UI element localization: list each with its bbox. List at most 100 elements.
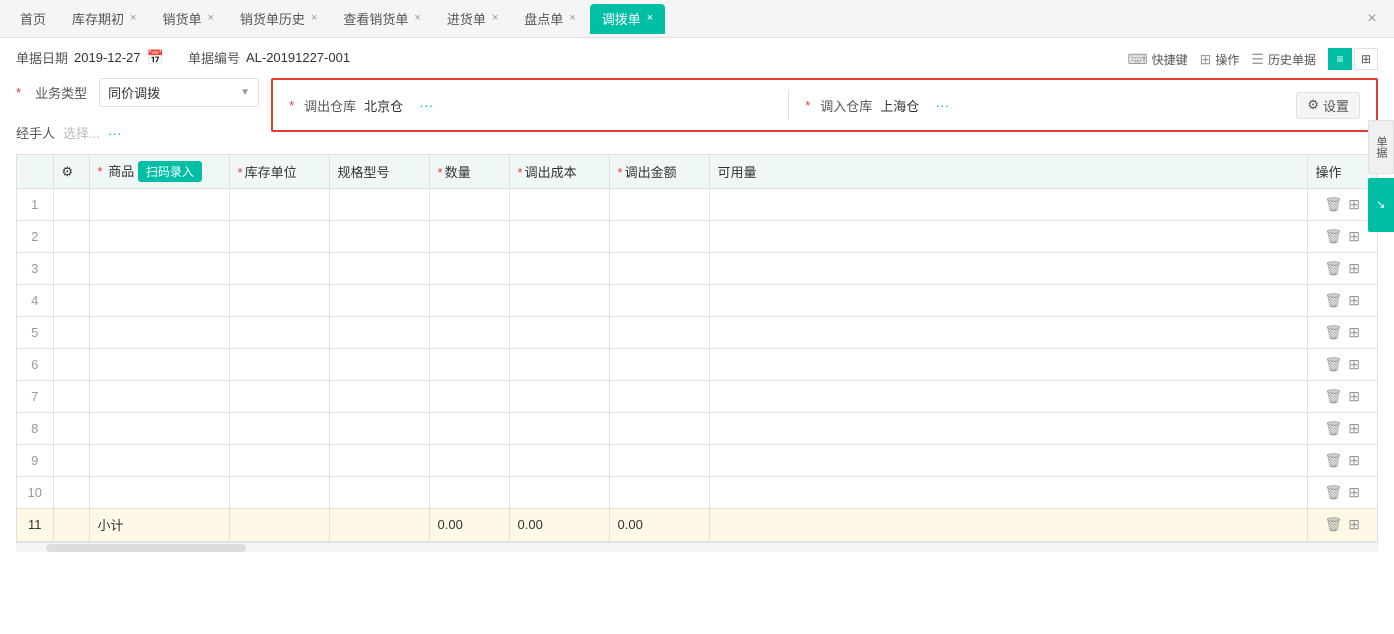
row-cost[interactable] [509, 253, 609, 285]
tab-inventory-close[interactable]: × [569, 13, 575, 24]
warehouse-out-more-btn[interactable]: ··· [419, 97, 433, 113]
row-spec[interactable] [329, 221, 429, 253]
row-amount[interactable] [609, 445, 709, 477]
row-unit[interactable] [229, 413, 329, 445]
row-cost[interactable] [509, 285, 609, 317]
th-settings[interactable]: ⚙ [53, 155, 89, 189]
tab-view-sales-close[interactable]: × [414, 13, 420, 24]
delete-icon[interactable]: 🗑 [1324, 420, 1342, 437]
row-spec[interactable] [329, 445, 429, 477]
delete-icon[interactable]: 🗑 [1324, 196, 1342, 213]
row-amount[interactable] [609, 285, 709, 317]
row-cost[interactable] [509, 221, 609, 253]
row-product[interactable] [89, 317, 229, 349]
window-close-button[interactable]: × [1358, 5, 1386, 33]
row-amount[interactable] [609, 221, 709, 253]
tab-transfer-close[interactable]: × [647, 13, 653, 24]
delete-icon[interactable]: 🗑 [1324, 260, 1342, 277]
row-unit[interactable] [229, 349, 329, 381]
row-qty[interactable] [429, 253, 509, 285]
warehouse-in-value[interactable]: 上海仓 [880, 96, 919, 115]
settings-button[interactable]: ⚙ 设置 [1296, 92, 1360, 119]
row-spec[interactable] [329, 381, 429, 413]
copy-icon[interactable]: ⊞ [1348, 452, 1360, 469]
tab-inventory-init[interactable]: 库存期初 × [60, 4, 148, 34]
row-amount[interactable] [609, 477, 709, 509]
copy-icon[interactable]: ⊞ [1348, 260, 1360, 277]
row-product[interactable] [89, 285, 229, 317]
row-cost[interactable] [509, 381, 609, 413]
row-unit[interactable] [229, 221, 329, 253]
tab-purchase-close[interactable]: × [492, 13, 498, 24]
handler-more-icon[interactable]: ··· [108, 125, 122, 141]
row-cost[interactable] [509, 413, 609, 445]
row-amount[interactable] [609, 253, 709, 285]
delete-icon[interactable]: 🗑 [1324, 388, 1342, 405]
row-qty[interactable] [429, 221, 509, 253]
row-amount[interactable] [609, 413, 709, 445]
row-qty[interactable] [429, 189, 509, 221]
row-amount[interactable] [609, 349, 709, 381]
delete-icon[interactable]: 🗑 [1324, 356, 1342, 373]
side-doc-btn[interactable]: 单据 [1368, 120, 1394, 174]
shortcut-btn[interactable]: ⌨ 快捷键 [1127, 51, 1187, 68]
delete-icon[interactable]: 🗑 [1324, 516, 1342, 533]
row-cost[interactable] [509, 445, 609, 477]
date-value[interactable]: 2019-12-27 [74, 50, 141, 65]
row-cost[interactable] [509, 189, 609, 221]
delete-icon[interactable]: 🗑 [1324, 292, 1342, 309]
scrollbar-thumb[interactable] [46, 544, 246, 552]
row-spec[interactable] [329, 413, 429, 445]
tab-home[interactable]: 首页 [8, 4, 58, 34]
copy-icon[interactable]: ⊞ [1348, 388, 1360, 405]
tab-inventory[interactable]: 盘点单 × [512, 4, 587, 34]
tab-transfer[interactable]: 调拨单 × [590, 4, 665, 34]
warehouse-out-value[interactable]: 北京仓 [364, 96, 403, 115]
copy-icon[interactable]: ⊞ [1348, 356, 1360, 373]
side-export-btn[interactable]: ↗ [1368, 178, 1394, 232]
view-grid-btn[interactable]: ⊞ [1354, 48, 1378, 70]
copy-icon[interactable]: ⊞ [1348, 292, 1360, 309]
biz-type-select[interactable]: 同价调拨 ▼ [99, 78, 259, 107]
row-product[interactable] [89, 381, 229, 413]
calendar-icon[interactable]: 📅 [147, 49, 164, 66]
scan-button[interactable]: 扫码录入 [138, 161, 202, 182]
row-product[interactable] [89, 477, 229, 509]
row-cost[interactable] [509, 349, 609, 381]
row-amount[interactable] [609, 317, 709, 349]
delete-icon[interactable]: 🗑 [1324, 228, 1342, 245]
row-qty[interactable] [429, 381, 509, 413]
row-product[interactable] [89, 445, 229, 477]
row-spec[interactable] [329, 349, 429, 381]
copy-icon[interactable]: ⊞ [1348, 196, 1360, 213]
row-cost[interactable] [509, 317, 609, 349]
tab-sales-order-close[interactable]: × [207, 13, 213, 24]
row-unit[interactable] [229, 253, 329, 285]
horizontal-scrollbar[interactable] [16, 542, 1378, 552]
row-spec[interactable] [329, 285, 429, 317]
row-spec[interactable] [329, 189, 429, 221]
tab-inventory-init-close[interactable]: × [130, 13, 136, 24]
tab-sales-history-close[interactable]: × [311, 13, 317, 24]
row-spec[interactable] [329, 253, 429, 285]
row-product[interactable] [89, 349, 229, 381]
operation-btn[interactable]: ⊞ 操作 [1200, 51, 1240, 68]
row-amount[interactable] [609, 189, 709, 221]
row-qty[interactable] [429, 413, 509, 445]
tab-sales-order[interactable]: 销货单 × [150, 4, 225, 34]
handler-placeholder[interactable]: 选择... [63, 123, 100, 142]
delete-icon[interactable]: 🗑 [1324, 324, 1342, 341]
row-unit[interactable] [229, 477, 329, 509]
warehouse-in-more-btn[interactable]: ··· [935, 97, 949, 113]
row-product[interactable] [89, 221, 229, 253]
row-unit[interactable] [229, 285, 329, 317]
copy-icon[interactable]: ⊞ [1348, 516, 1360, 533]
view-list-btn[interactable]: ≡ [1328, 48, 1352, 70]
copy-icon[interactable]: ⊞ [1348, 228, 1360, 245]
tab-purchase[interactable]: 进货单 × [435, 4, 510, 34]
row-product[interactable] [89, 253, 229, 285]
row-qty[interactable] [429, 349, 509, 381]
row-amount[interactable] [609, 381, 709, 413]
tab-sales-history[interactable]: 销货单历史 × [228, 4, 329, 34]
row-product[interactable] [89, 413, 229, 445]
